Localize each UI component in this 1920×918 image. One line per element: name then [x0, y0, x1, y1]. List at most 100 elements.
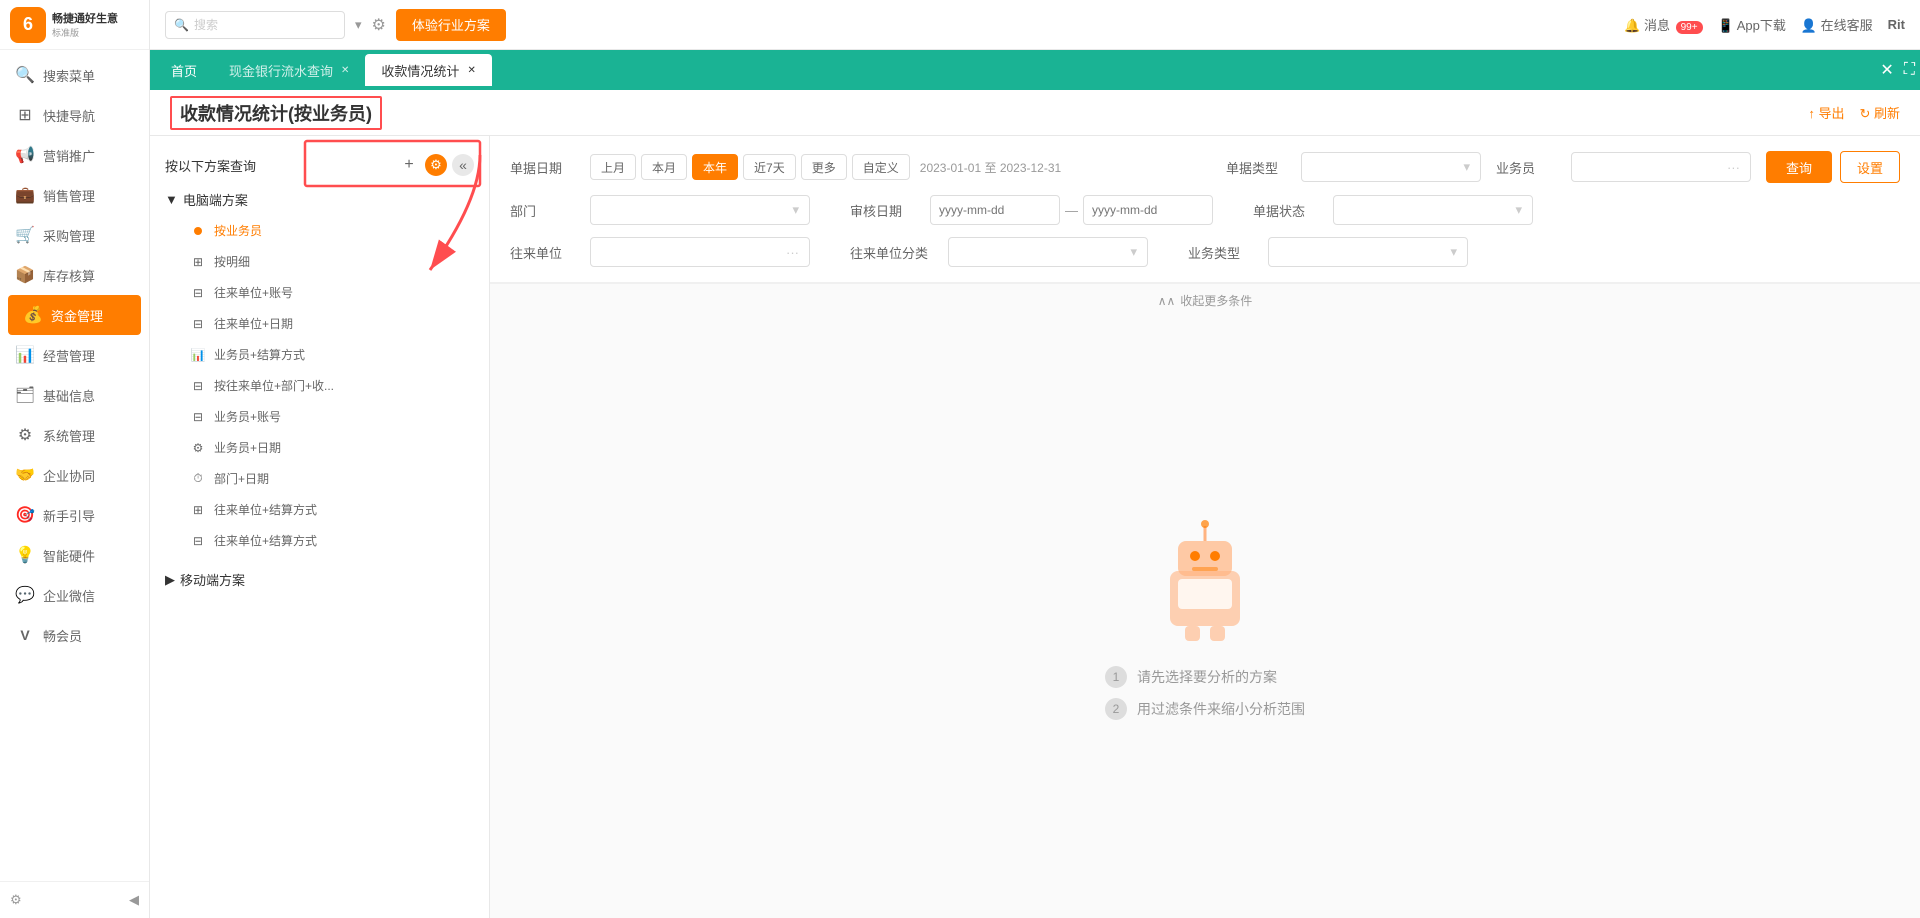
date-btn-this-year[interactable]: 本年	[692, 154, 738, 180]
sidebar-item-enterprise[interactable]: 🤝 企业协同	[0, 455, 149, 495]
sales-icon: 💼	[15, 185, 35, 205]
sidebar-item-wechat[interactable]: 💬 企业微信	[0, 575, 149, 615]
close-receipt-tab[interactable]: ✕	[467, 65, 475, 76]
partner-category-select[interactable]: ▾	[948, 237, 1148, 267]
search-bar: 🔍 搜索	[165, 11, 345, 39]
business-type-select[interactable]: ▾	[1268, 237, 1468, 267]
settings-topbar-icon[interactable]: ⚙	[372, 15, 386, 35]
logo-icon: 6	[10, 7, 46, 43]
sidebar-item-guide[interactable]: 🎯 新手引导	[0, 495, 149, 535]
desktop-group-title[interactable]: ▼ 电脑端方案	[165, 184, 474, 215]
chevron-up-icon: ∧∧	[1158, 294, 1176, 308]
empty-illustration	[1140, 516, 1270, 646]
search-icon: 🔍	[174, 18, 189, 32]
business-type-label: 业务类型	[1188, 243, 1248, 262]
unit-account-icon: ⊟	[190, 285, 206, 301]
settings-icon[interactable]: ⚙	[10, 892, 22, 908]
desktop-schema-group: ▼ 电脑端方案 按业务员 ⊞ 按明细 ⊟ 往来单位+账号	[150, 184, 489, 556]
schema-item-unit-settle1[interactable]: ⊞ 往来单位+结算方式	[165, 494, 474, 525]
date-btn-custom[interactable]: 自定义	[852, 154, 910, 180]
schema-gear-btn[interactable]: ⚙	[425, 154, 447, 176]
query-btn[interactable]: 查询	[1766, 151, 1832, 183]
add-schema-btn[interactable]: +	[398, 154, 420, 176]
date-btn-this-month[interactable]: 本月	[641, 154, 687, 180]
salesman-date-icon: ⚙	[190, 440, 206, 456]
refresh-btn[interactable]: ↻ 刷新	[1859, 103, 1900, 122]
set-btn[interactable]: 设置	[1840, 151, 1900, 183]
empty-step-2: 2 用过滤条件来缩小分析范围	[1105, 698, 1305, 720]
sidebar-item-purchase[interactable]: 🛒 采购管理	[0, 215, 149, 255]
audit-date-label: 审核日期	[850, 201, 910, 220]
unit-settle2-icon: ⊟	[190, 533, 206, 549]
trial-btn[interactable]: 体验行业方案	[396, 9, 506, 41]
export-btn[interactable]: ↑ 导出	[1808, 103, 1844, 122]
schema-item-dept-date[interactable]: ⏱ 部门+日期	[165, 463, 474, 494]
sidebar-item-quicknav[interactable]: ⊞ 快捷导航	[0, 95, 149, 135]
close-bank-tab[interactable]: ✕	[341, 65, 349, 76]
schema-item-unit-settle2[interactable]: ⊟ 往来单位+结算方式	[165, 525, 474, 556]
user-name[interactable]: Rit	[1888, 17, 1905, 32]
partner-select[interactable]: ···	[590, 237, 810, 267]
wechat-icon: 💬	[15, 585, 35, 605]
schema-item-by-salesman[interactable]: 按业务员	[165, 215, 474, 246]
purchase-icon: 🛒	[15, 225, 35, 245]
collapse-sidebar-icon[interactable]: ◀	[129, 892, 139, 908]
date-label: 单据日期	[510, 158, 570, 177]
collapse-bar[interactable]: ∧∧ 收起更多条件	[490, 283, 1920, 317]
doc-type-select[interactable]: ▾	[1301, 152, 1481, 182]
mobile-group-title[interactable]: ▶ 移动端方案	[165, 564, 474, 595]
main-area: 🔍 搜索 ▾ ⚙ 体验行业方案 🔔 消息 99+ 📱 App下载 👤 在线客服 …	[150, 0, 1920, 918]
doc-status-label: 单据状态	[1253, 201, 1313, 220]
doc-status-select[interactable]: ▾	[1333, 195, 1533, 225]
system-icon: ⚙	[15, 425, 35, 445]
audit-date-start[interactable]	[930, 195, 1060, 225]
doc-status-chevron-icon: ▾	[1515, 202, 1522, 218]
schema-item-unit-account[interactable]: ⊟ 往来单位+账号	[165, 277, 474, 308]
audit-date-end[interactable]	[1083, 195, 1213, 225]
tab-bank[interactable]: 现金银行流水查询 ✕	[213, 54, 365, 86]
sidebar-item-inventory[interactable]: 📦 库存核算	[0, 255, 149, 295]
sidebar-item-operation[interactable]: 📊 经营管理	[0, 335, 149, 375]
tab-receipt[interactable]: 收款情况统计 ✕	[365, 54, 491, 86]
sidebar-item-basic[interactable]: 🗂 基础信息	[0, 375, 149, 415]
mobile-schema-group: ▶ 移动端方案	[150, 564, 489, 595]
sidebar-item-member[interactable]: V 畅会员	[0, 615, 149, 655]
dept-chevron-icon: ▾	[792, 202, 799, 218]
date-btn-last-month[interactable]: 上月	[590, 154, 636, 180]
notification-badge: 99+	[1676, 21, 1703, 34]
online-service[interactable]: 👤 在线客服	[1801, 15, 1873, 34]
salesman-select[interactable]: ···	[1571, 152, 1751, 182]
audit-date-group: —	[930, 195, 1213, 225]
close-window-icon[interactable]: ✕	[1880, 60, 1893, 80]
sidebar-nav: 🔍 搜索菜单 ⊞ 快捷导航 📢 营销推广 💼 销售管理 🛒 采购管理 📦 库存核…	[0, 50, 149, 881]
date-btn-7days[interactable]: 近7天	[743, 154, 796, 180]
sidebar-item-hardware[interactable]: 💡 智能硬件	[0, 535, 149, 575]
logo-text: 畅捷通好生意 标准版	[52, 10, 118, 39]
date-btn-more[interactable]: 更多	[801, 154, 847, 180]
filter-row-1: 单据日期 上月 本月 本年 近7天 更多 自定义 2023-01-01 至 20…	[510, 151, 1900, 183]
schema-item-salesman-date[interactable]: ⚙ 业务员+日期	[165, 432, 474, 463]
sidebar-item-search[interactable]: 🔍 搜索菜单	[0, 55, 149, 95]
schema-item-by-detail[interactable]: ⊞ 按明细	[165, 246, 474, 277]
schema-item-unit-dept[interactable]: ⊟ 按往来单位+部门+收...	[165, 370, 474, 401]
dropdown-icon[interactable]: ▾	[355, 17, 362, 33]
sidebar-item-marketing[interactable]: 📢 营销推广	[0, 135, 149, 175]
collapse-panel-btn[interactable]: «	[452, 154, 474, 176]
finance-icon: 💰	[23, 305, 43, 325]
sidebar-item-sales[interactable]: 💼 销售管理	[0, 175, 149, 215]
maximize-icon[interactable]: ⛶	[1904, 61, 1915, 79]
salesman-settle-icon: 📊	[190, 347, 206, 363]
app-download[interactable]: 📱 App下载	[1718, 15, 1786, 34]
notification-area[interactable]: 🔔 消息 99+	[1624, 15, 1702, 34]
schema-item-unit-date[interactable]: ⊟ 往来单位+日期	[165, 308, 474, 339]
salesman-label: 业务员	[1496, 158, 1556, 177]
member-icon: V	[15, 625, 35, 645]
chevron-down-icon: ▾	[1463, 159, 1470, 175]
sidebar-item-system[interactable]: ⚙ 系统管理	[0, 415, 149, 455]
schema-item-salesman-account[interactable]: ⊟ 业务员+账号	[165, 401, 474, 432]
schema-item-salesman-settle[interactable]: 📊 业务员+结算方式	[165, 339, 474, 370]
tab-home[interactable]: 首页	[155, 54, 213, 86]
sidebar-item-finance[interactable]: 💰 资金管理	[8, 295, 141, 335]
dept-select[interactable]: ▾	[590, 195, 810, 225]
expand-mobile-icon: ▶	[165, 572, 175, 588]
